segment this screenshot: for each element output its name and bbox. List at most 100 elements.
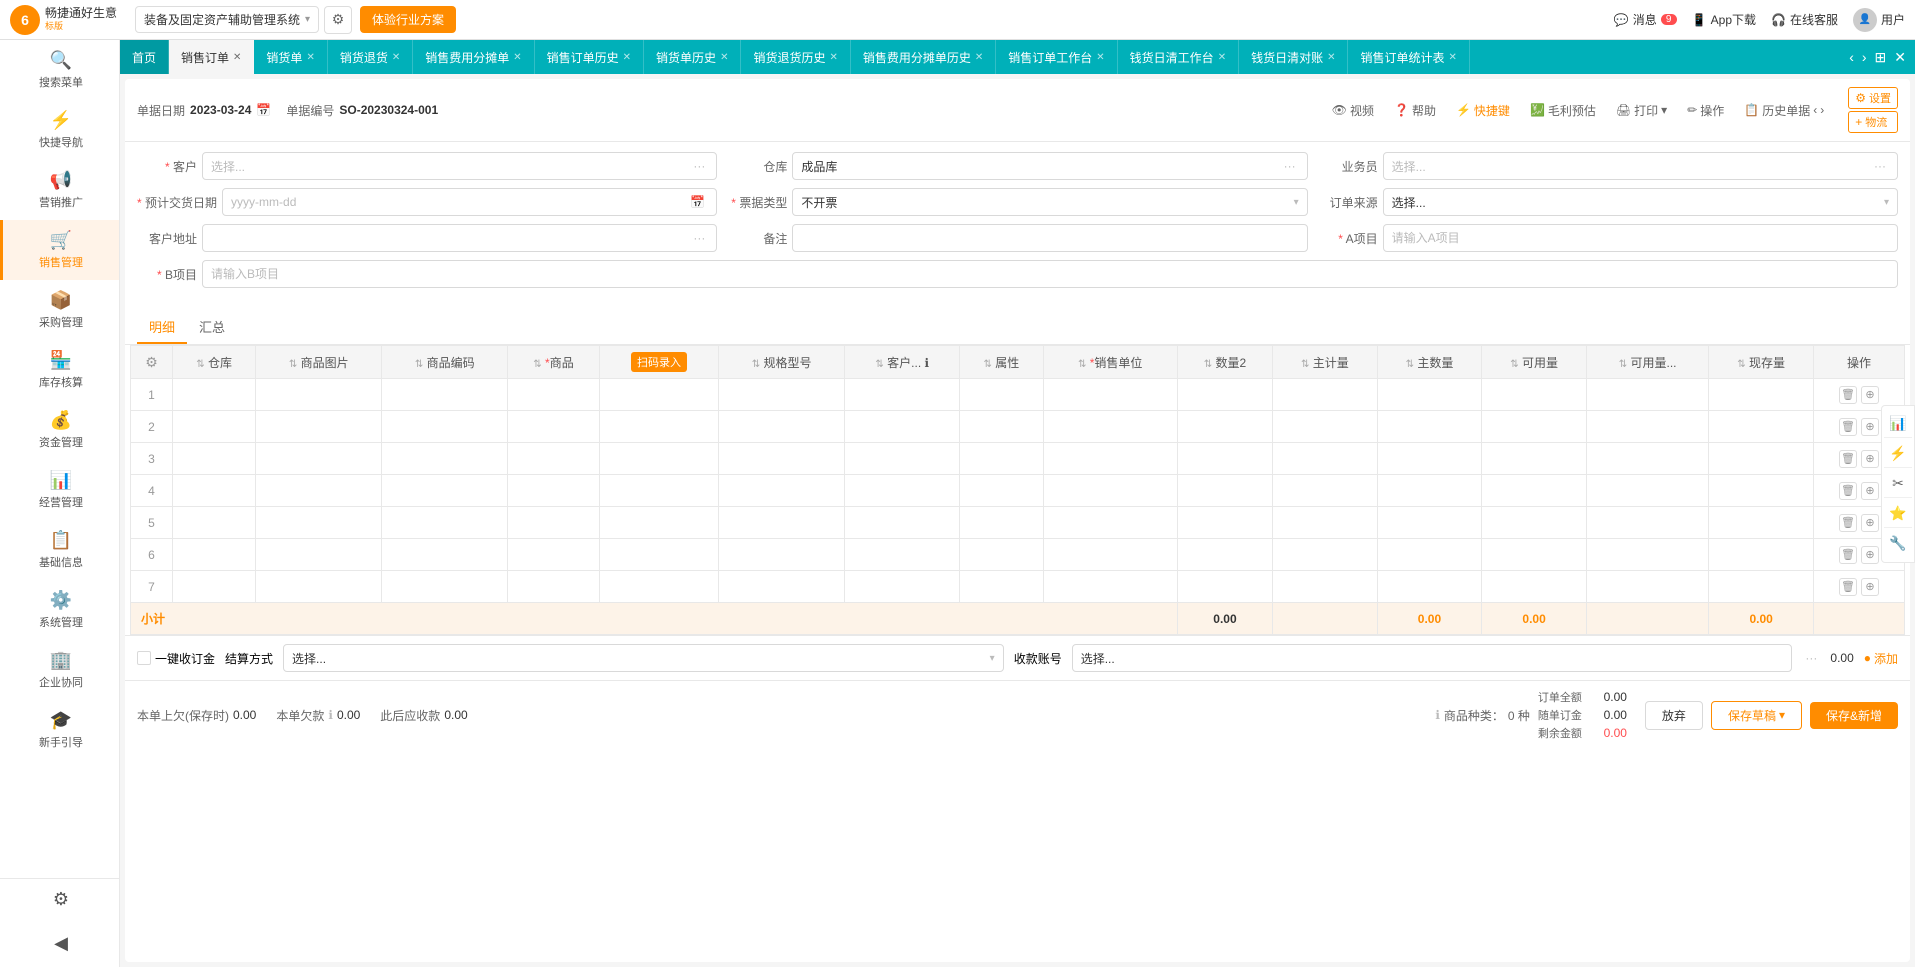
- sidebar-item-sales[interactable]: 🛒 销售管理: [0, 220, 119, 280]
- sort-icon[interactable]: ⇅: [875, 359, 883, 370]
- industry-button[interactable]: 体验行业方案: [360, 6, 456, 33]
- sort-icon[interactable]: ⇅: [1301, 359, 1309, 370]
- dots-icon[interactable]: ···: [1871, 159, 1889, 173]
- receipt-account-select[interactable]: 选择...: [1072, 644, 1793, 672]
- delete-row-button[interactable]: 🗑: [1839, 578, 1857, 596]
- a-project-input[interactable]: 请输入A项目: [1383, 224, 1898, 252]
- sort-icon[interactable]: ⇅: [984, 359, 992, 370]
- col-settings[interactable]: ⚙: [131, 346, 173, 379]
- copy-row-button[interactable]: ⊕: [1861, 418, 1879, 436]
- user-menu[interactable]: 👤 用户: [1853, 8, 1905, 32]
- close-icon[interactable]: ✕: [1096, 52, 1104, 63]
- sidebar-item-marketing[interactable]: 📢 营销推广: [0, 160, 119, 220]
- message-button[interactable]: 💬 消息 9: [1614, 11, 1677, 28]
- tab-return-history[interactable]: 销货退货历史 ✕: [741, 40, 850, 74]
- cell-warehouse[interactable]: [172, 379, 255, 411]
- sort-icon[interactable]: ⇅: [289, 359, 297, 370]
- close-icon[interactable]: ✕: [233, 52, 241, 63]
- tab-cash-workbench[interactable]: 钱货日清工作台 ✕: [1118, 40, 1239, 74]
- customer-input[interactable]: 选择... ···: [202, 152, 717, 180]
- float-star-button[interactable]: ⭐: [1884, 500, 1912, 528]
- calendar-icon[interactable]: 📅: [256, 103, 271, 117]
- close-icon[interactable]: ✕: [1327, 52, 1335, 63]
- sidebar-item-enterprise[interactable]: 🏢 企业协同: [0, 640, 119, 700]
- sidebar-item-quicknav[interactable]: ⚡ 快捷导航: [0, 100, 119, 160]
- sidebar-item-inventory[interactable]: 🏪 库存核算: [0, 340, 119, 400]
- copy-row-button[interactable]: ⊕: [1861, 578, 1879, 596]
- copy-row-button[interactable]: ⊕: [1861, 386, 1879, 404]
- sort-icon[interactable]: ⇅: [415, 359, 423, 370]
- dots-icon[interactable]: ···: [690, 159, 708, 173]
- settings-button[interactable]: ⚙: [324, 6, 352, 34]
- delete-row-button[interactable]: 🗑: [1839, 514, 1857, 532]
- sidebar-collapse-button[interactable]: ◀: [0, 923, 119, 967]
- b-project-input[interactable]: 请输入B项目: [202, 260, 1898, 288]
- settings-corner-button[interactable]: ⚙ 设置: [1848, 87, 1898, 109]
- dots-icon[interactable]: ···: [690, 231, 708, 245]
- tab-cash-reconcile[interactable]: 钱货日清对账 ✕: [1239, 40, 1348, 74]
- info-icon[interactable]: ℹ: [924, 356, 929, 370]
- calendar-icon[interactable]: 📅: [687, 195, 708, 209]
- tab-invoice-history[interactable]: 销货单历史 ✕: [644, 40, 741, 74]
- copy-row-button[interactable]: ⊕: [1861, 546, 1879, 564]
- staff-input[interactable]: 选择... ···: [1383, 152, 1898, 180]
- shortcut-button[interactable]: ⚡ 快捷键: [1450, 100, 1516, 121]
- sidebar-item-operations[interactable]: 📊 经营管理: [0, 460, 119, 520]
- copy-row-button[interactable]: ⊕: [1861, 482, 1879, 500]
- tab-summary[interactable]: 汇总: [187, 311, 237, 344]
- delete-row-button[interactable]: 🗑: [1839, 546, 1857, 564]
- system-selector[interactable]: 装备及固定资产辅助管理系统 ▾: [135, 6, 319, 33]
- sort-icon[interactable]: ⇅: [1204, 359, 1212, 370]
- warehouse-input[interactable]: 成品库 ···: [792, 152, 1307, 180]
- cell-customer-code[interactable]: [845, 379, 960, 411]
- sort-icon[interactable]: ⇅: [1078, 359, 1086, 370]
- invoice-type-select[interactable]: 不开票 ▾: [792, 188, 1307, 216]
- cell-product-code[interactable]: [382, 379, 508, 411]
- delete-row-button[interactable]: 🗑: [1839, 450, 1857, 468]
- settle-method-select[interactable]: 选择... ▾: [283, 644, 1004, 672]
- nav-left-arrow[interactable]: ‹: [1845, 47, 1858, 67]
- order-source-select[interactable]: 选择... ▾: [1383, 188, 1898, 216]
- cell-attribute[interactable]: [960, 379, 1043, 411]
- sort-icon[interactable]: ⇅: [533, 359, 541, 370]
- close-icon[interactable]: ✕: [392, 52, 400, 63]
- close-icon[interactable]: ✕: [1218, 52, 1226, 63]
- save-new-button[interactable]: 保存&新增: [1810, 702, 1898, 729]
- float-lightning-button[interactable]: ⚡: [1884, 440, 1912, 468]
- close-icon[interactable]: ✕: [306, 52, 314, 63]
- sort-icon[interactable]: ⇅: [1406, 359, 1414, 370]
- sidebar-item-finance[interactable]: 💰 资金管理: [0, 400, 119, 460]
- delete-row-button[interactable]: 🗑: [1839, 482, 1857, 500]
- cell-main-unit[interactable]: [1273, 379, 1378, 411]
- quick-settle-checkbox[interactable]: 一键收订金: [137, 650, 215, 667]
- nav-right-arrow[interactable]: ›: [1858, 47, 1871, 67]
- sidebar-item-purchase[interactable]: 📦 采购管理: [0, 280, 119, 340]
- discard-button[interactable]: 放弃: [1645, 701, 1703, 730]
- logistics-corner-button[interactable]: + 物流: [1848, 111, 1898, 133]
- tab-expense-history[interactable]: 销售费用分摊单历史 ✕: [851, 40, 996, 74]
- history-button[interactable]: 📋 历史单据 ‹›: [1738, 100, 1830, 121]
- app-download-button[interactable]: 📱 App下载: [1692, 11, 1756, 28]
- delete-row-button[interactable]: 🗑: [1839, 386, 1857, 404]
- barcode-button[interactable]: 扫码录入: [631, 352, 687, 372]
- cell-main-qty[interactable]: [1377, 379, 1482, 411]
- delete-row-button[interactable]: 🗑: [1839, 418, 1857, 436]
- sort-icon[interactable]: ⇅: [1619, 359, 1627, 370]
- copy-row-button[interactable]: ⊕: [1861, 514, 1879, 532]
- help-button[interactable]: ❓ 帮助: [1388, 100, 1442, 121]
- sidebar-item-guide[interactable]: 🎓 新手引导: [0, 700, 119, 760]
- delivery-date-input[interactable]: yyyy-mm-dd 📅: [222, 188, 717, 216]
- cell-product[interactable]: [508, 379, 600, 411]
- operation-button[interactable]: ✏ 操作: [1681, 100, 1730, 121]
- tab-sales-invoice[interactable]: 销货单 ✕: [254, 40, 327, 74]
- close-icon[interactable]: ✕: [623, 52, 631, 63]
- cell-product-image[interactable]: [256, 379, 382, 411]
- nav-expand-icon[interactable]: ⊞: [1871, 47, 1891, 68]
- tab-sales-expense[interactable]: 销售费用分摊单 ✕: [413, 40, 534, 74]
- sort-icon[interactable]: ⇅: [196, 359, 204, 370]
- close-icon[interactable]: ✕: [720, 52, 728, 63]
- more-icon[interactable]: ···: [1802, 651, 1820, 665]
- copy-row-button[interactable]: ⊕: [1861, 450, 1879, 468]
- dots-icon[interactable]: ···: [1281, 159, 1299, 173]
- print-button[interactable]: 🖨 打印 ▾: [1610, 100, 1673, 121]
